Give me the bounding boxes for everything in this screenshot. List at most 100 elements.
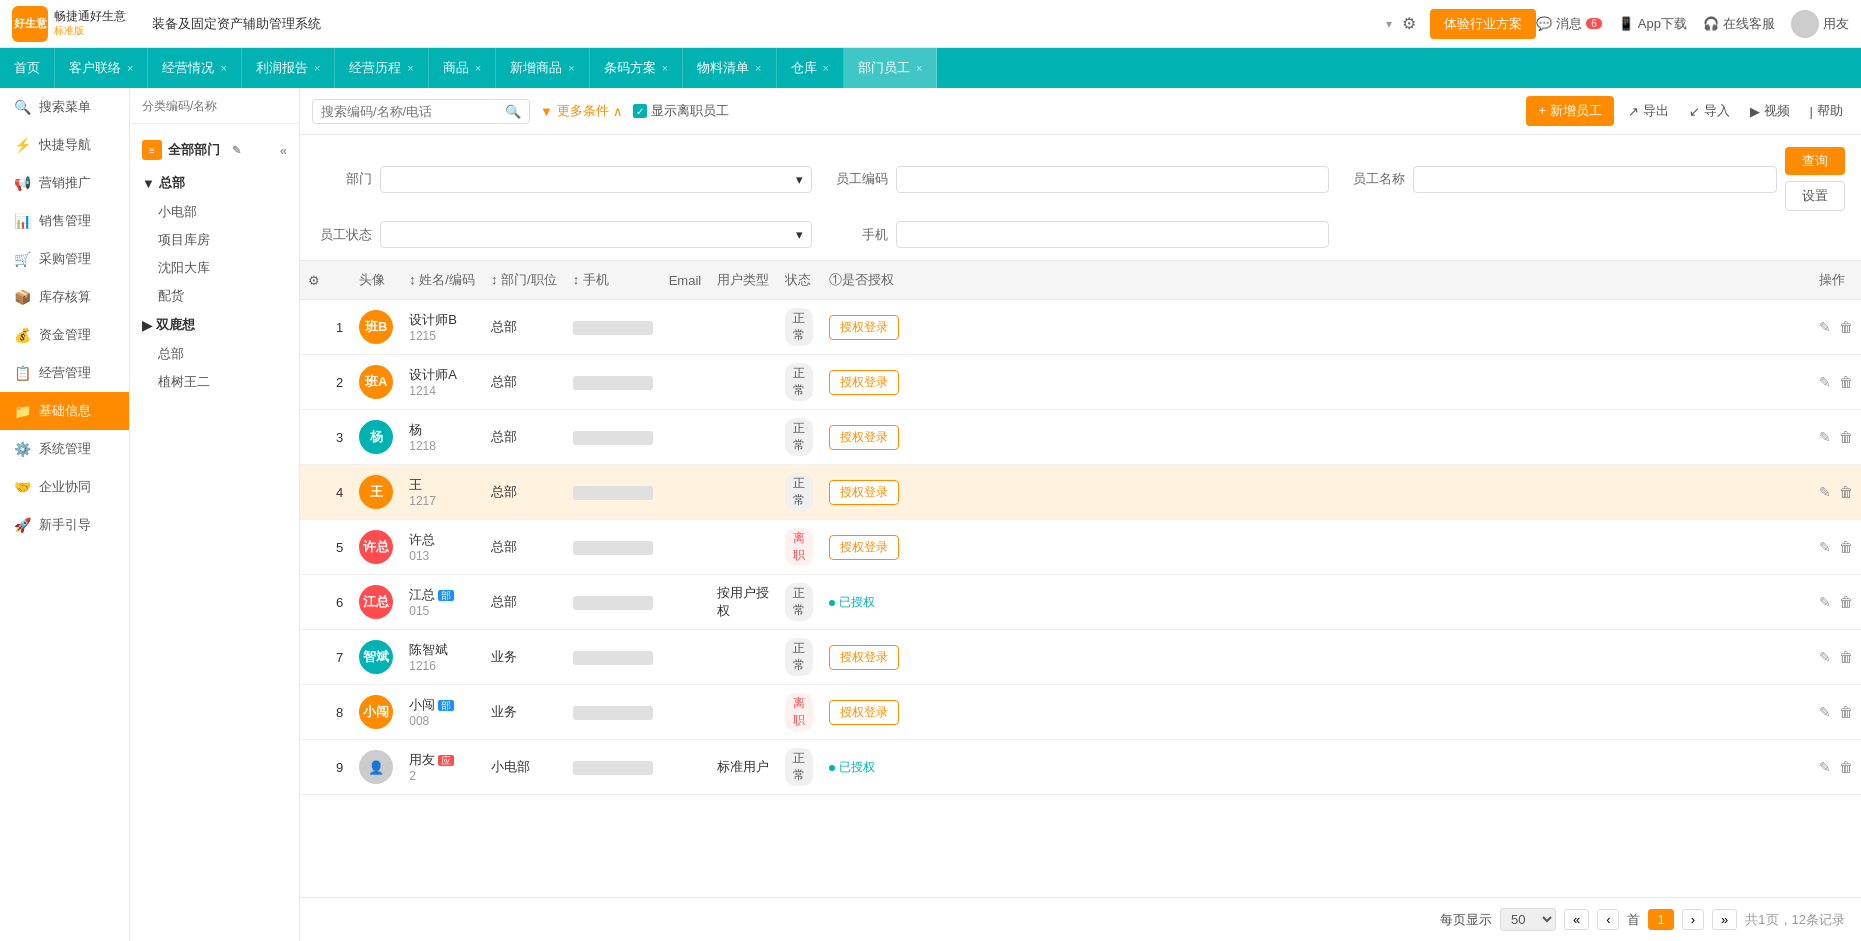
dept-item-ph[interactable]: 配货 xyxy=(130,282,299,310)
sidebar-item-finance[interactable]: 💰 资金管理 xyxy=(0,316,129,354)
dept-item-hq[interactable]: 总部 xyxy=(130,340,299,368)
dept-item-proj[interactable]: 项目库房 xyxy=(130,226,299,254)
auth-login-btn[interactable]: 授权登录 xyxy=(829,370,899,395)
close-icon[interactable]: × xyxy=(823,62,829,74)
dept-item-xd[interactable]: 小电部 xyxy=(130,198,299,226)
delete-icon[interactable]: 🗑 xyxy=(1839,704,1853,720)
auth-login-btn[interactable]: 授权登录 xyxy=(829,645,899,670)
collapse-btn[interactable]: « xyxy=(280,143,287,158)
edit-icon[interactable]: ✎ xyxy=(1819,429,1831,445)
col-settings[interactable]: ⚙ xyxy=(300,261,328,300)
search-input[interactable] xyxy=(321,104,501,119)
delete-icon[interactable]: 🗑 xyxy=(1839,649,1853,665)
nav-tab-profit[interactable]: 利润报告 × xyxy=(242,48,335,88)
nav-tab-history[interactable]: 经营历程 × xyxy=(335,48,428,88)
delete-icon[interactable]: 🗑 xyxy=(1839,429,1853,445)
auth-login-btn[interactable]: 授权登录 xyxy=(829,480,899,505)
table-row[interactable]: 6 江总 江总部 015 总部 按用户授权 正常 已授权 ✎ 🗑 xyxy=(300,575,1861,630)
show-resigned-checkbox[interactable]: ✓ xyxy=(633,104,647,118)
sidebar-item-guide[interactable]: 🚀 新手引导 xyxy=(0,506,129,544)
close-icon[interactable]: × xyxy=(568,62,574,74)
sidebar-item-search[interactable]: 🔍 搜索菜单 xyxy=(0,88,129,126)
delete-icon[interactable]: 🗑 xyxy=(1839,484,1853,500)
dept-item-sy[interactable]: 沈阳大库 xyxy=(130,254,299,282)
settings-icon[interactable]: ⚙ xyxy=(1402,14,1416,33)
dept-group-header-sl[interactable]: ▶双鹿想 xyxy=(130,310,299,340)
col-name[interactable]: ↕ 姓名/编码 xyxy=(401,261,483,300)
delete-icon[interactable]: 🗑 xyxy=(1839,319,1853,335)
sidebar-item-nav[interactable]: ⚡ 快捷导航 xyxy=(0,126,129,164)
delete-icon[interactable]: 🗑 xyxy=(1839,374,1853,390)
sidebar-item-system[interactable]: ⚙️ 系统管理 xyxy=(0,430,129,468)
table-row[interactable]: 2 班A 设计师A 1214 总部 正常 授权登录 ✎ 🗑 xyxy=(300,355,1861,410)
help-btn[interactable]: | 帮助 xyxy=(1804,98,1849,124)
auth-login-btn[interactable]: 授权登录 xyxy=(829,700,899,725)
last-page-btn[interactable]: » xyxy=(1712,909,1737,930)
close-icon[interactable]: × xyxy=(916,62,922,74)
search-submit-icon[interactable]: 🔍 xyxy=(505,104,521,119)
nav-tab-employees[interactable]: 部门员工 × xyxy=(844,48,937,88)
filter-phone-input[interactable] xyxy=(896,221,1328,248)
edit-icon[interactable]: ✎ xyxy=(1819,649,1831,665)
edit-icon[interactable]: ✎ xyxy=(1819,374,1831,390)
dept-search-input[interactable] xyxy=(142,99,292,113)
delete-icon[interactable]: 🗑 xyxy=(1839,594,1853,610)
table-row[interactable]: 9 👤 用友应 2 小电部 标准用户 正常 已授权 ✎ 🗑 xyxy=(300,740,1861,795)
query-button[interactable]: 查询 xyxy=(1785,147,1845,175)
sidebar-item-sales[interactable]: 📊 销售管理 xyxy=(0,202,129,240)
nav-tab-management[interactable]: 经营情况 × xyxy=(148,48,241,88)
show-resigned-toggle[interactable]: ✓ 显示离职员工 xyxy=(633,102,729,120)
dept-group-header-main[interactable]: ▼总部 xyxy=(130,168,299,198)
nav-tab-customer[interactable]: 客户联络 × xyxy=(55,48,148,88)
auth-login-btn[interactable]: 授权登录 xyxy=(829,315,899,340)
nav-tab-new-goods[interactable]: 新增商品 × xyxy=(496,48,589,88)
sidebar-item-marketing[interactable]: 📢 营销推广 xyxy=(0,164,129,202)
close-icon[interactable]: × xyxy=(755,62,761,74)
table-row[interactable]: 1 班B 设计师B 1215 总部 正常 授权登录 ✎ 🗑 xyxy=(300,300,1861,355)
dept-edit-icon[interactable]: ✎ xyxy=(232,144,241,157)
prev-page-btn[interactable]: ‹ xyxy=(1597,909,1619,930)
close-icon[interactable]: × xyxy=(475,62,481,74)
sidebar-item-collab[interactable]: 🤝 企业协同 xyxy=(0,468,129,506)
nav-tab-home[interactable]: 首页 xyxy=(0,48,55,88)
sidebar-item-inventory[interactable]: 📦 库存核算 xyxy=(0,278,129,316)
delete-icon[interactable]: 🗑 xyxy=(1839,539,1853,555)
system-dropdown-icon[interactable]: ▾ xyxy=(1386,17,1392,31)
reset-button[interactable]: 设置 xyxy=(1785,181,1845,211)
export-btn[interactable]: ↗ 导出 xyxy=(1622,98,1675,124)
table-row[interactable]: 4 王 王 1217 总部 正常 授权登录 ✎ 🗑 xyxy=(300,465,1861,520)
close-icon[interactable]: × xyxy=(314,62,320,74)
page-size-select[interactable]: 50 100 xyxy=(1500,908,1556,931)
close-icon[interactable]: × xyxy=(220,62,226,74)
edit-icon[interactable]: ✎ xyxy=(1819,484,1831,500)
sidebar-item-basic[interactable]: 📁 基础信息 xyxy=(0,392,129,430)
close-icon[interactable]: × xyxy=(407,62,413,74)
close-icon[interactable]: × xyxy=(127,62,133,74)
next-page-btn[interactable]: › xyxy=(1682,909,1704,930)
dept-item-zhishu[interactable]: 植树王二 xyxy=(130,368,299,396)
edit-icon[interactable]: ✎ xyxy=(1819,539,1831,555)
sidebar-item-ops[interactable]: 📋 经营管理 xyxy=(0,354,129,392)
video-btn[interactable]: ▶ 视频 xyxy=(1744,98,1796,124)
filter-dept-select[interactable]: ▾ xyxy=(380,166,812,193)
auth-login-btn[interactable]: 授权登录 xyxy=(829,425,899,450)
table-row[interactable]: 7 智斌 陈智斌 1216 业务 正常 授权登录 ✎ 🗑 xyxy=(300,630,1861,685)
table-row[interactable]: 8 小闯 小闯部 008 业务 离职 授权登录 ✎ 🗑 xyxy=(300,685,1861,740)
add-employee-button[interactable]: + 新增员工 xyxy=(1526,96,1613,126)
app-download-btn[interactable]: 📱 App下载 xyxy=(1618,15,1687,33)
edit-icon[interactable]: ✎ xyxy=(1819,594,1831,610)
edit-icon[interactable]: ✎ xyxy=(1819,759,1831,775)
all-dept-btn[interactable]: ≡ 全部部门 ✎ « xyxy=(130,132,299,168)
delete-icon[interactable]: 🗑 xyxy=(1839,759,1853,775)
trial-button[interactable]: 体验行业方案 xyxy=(1430,9,1536,39)
sidebar-item-purchase[interactable]: 🛒 采购管理 xyxy=(0,240,129,278)
filter-status-select[interactable]: ▾ xyxy=(380,221,812,248)
message-btn[interactable]: 💬 消息 6 xyxy=(1536,15,1602,33)
col-dept[interactable]: ↕ 部门/职位 xyxy=(483,261,565,300)
user-area[interactable]: 用友 xyxy=(1791,10,1849,38)
nav-tab-goods[interactable]: 商品 × xyxy=(429,48,496,88)
import-btn[interactable]: ↙ 导入 xyxy=(1683,98,1736,124)
first-page-btn[interactable]: « xyxy=(1564,909,1589,930)
nav-tab-bom[interactable]: 物料清单 × xyxy=(683,48,776,88)
filter-code-input[interactable] xyxy=(896,166,1328,193)
